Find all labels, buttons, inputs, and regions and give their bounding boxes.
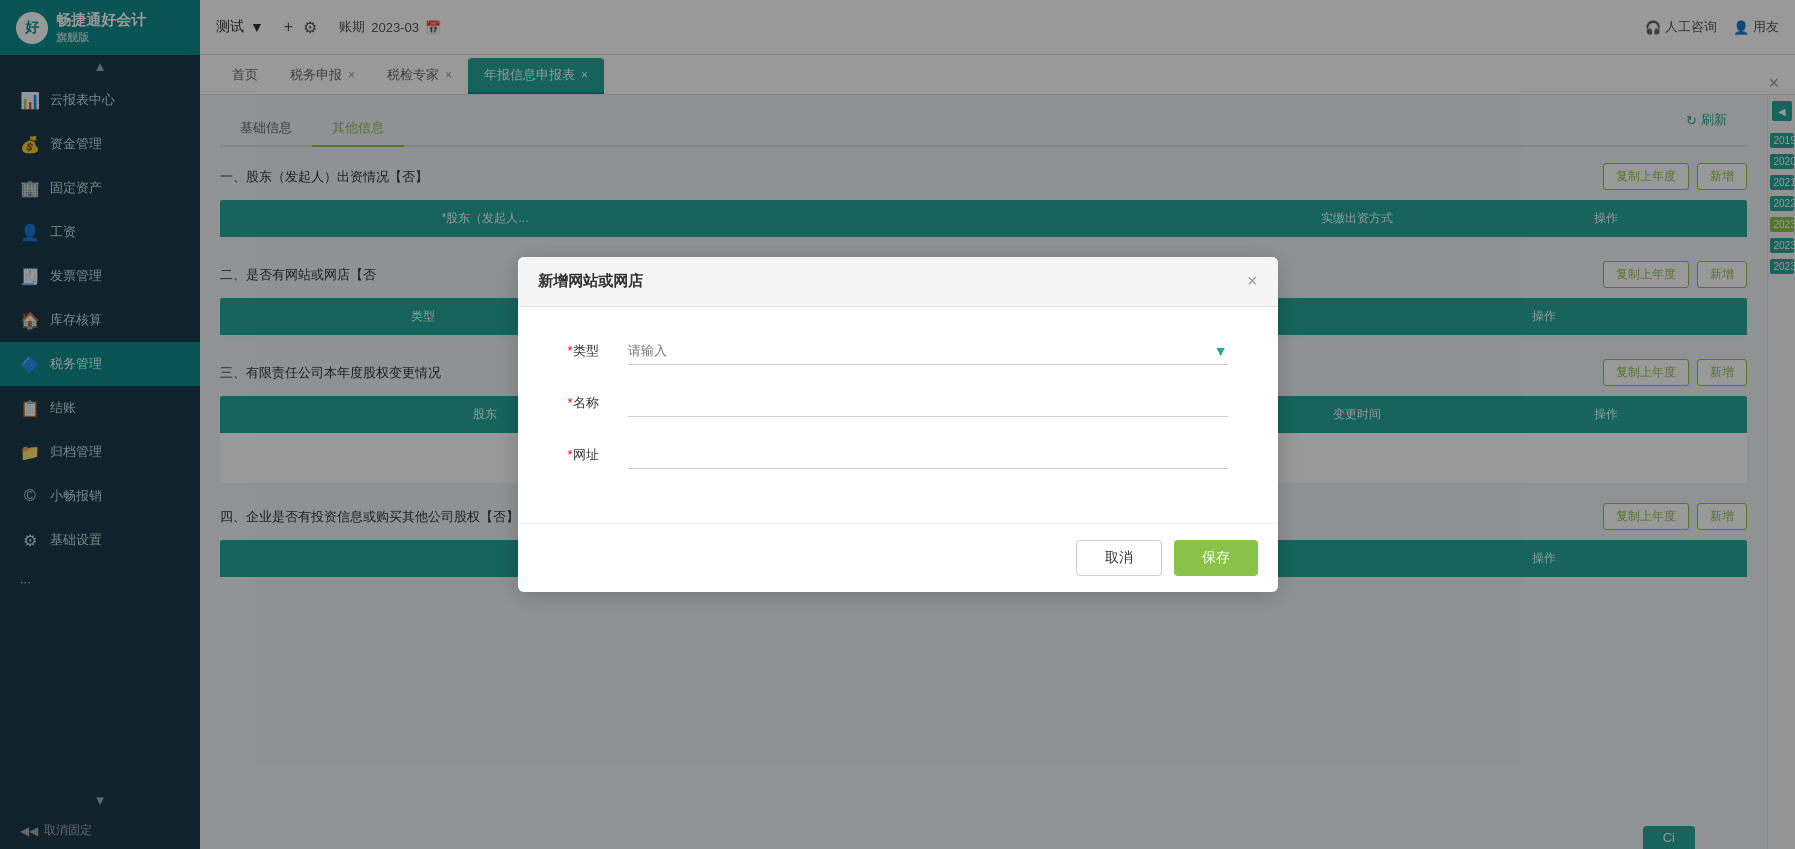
save-button[interactable]: 保存 (1174, 540, 1258, 576)
modal-body: *类型 ▼ *名称 *网址 (518, 307, 1278, 523)
modal-overlay: 新增网站或网店 × *类型 ▼ *名称 (0, 0, 1795, 849)
form-field-url: *网址 (568, 441, 1228, 469)
type-dropdown-icon: ▼ (1214, 343, 1228, 359)
type-input[interactable] (628, 337, 1214, 364)
required-star-name: * (568, 395, 573, 410)
form-label-name: *名称 (568, 394, 618, 412)
form-label-url: *网址 (568, 446, 618, 464)
form-field-name: *名称 (568, 389, 1228, 417)
modal-title: 新增网站或网店 (538, 272, 643, 291)
required-star-type: * (568, 343, 573, 358)
required-star-url: * (568, 447, 573, 462)
modal-footer: 取消 保存 (518, 523, 1278, 592)
form-field-type: *类型 ▼ (568, 337, 1228, 365)
modal-add-website: 新增网站或网店 × *类型 ▼ *名称 (518, 257, 1278, 592)
modal-header: 新增网站或网店 × (518, 257, 1278, 307)
name-input[interactable] (628, 389, 1228, 417)
cancel-button[interactable]: 取消 (1076, 540, 1162, 576)
url-input[interactable] (628, 441, 1228, 469)
form-label-type: *类型 (568, 342, 618, 360)
form-type-wrapper: ▼ (628, 337, 1228, 365)
modal-close-btn[interactable]: × (1247, 271, 1258, 292)
